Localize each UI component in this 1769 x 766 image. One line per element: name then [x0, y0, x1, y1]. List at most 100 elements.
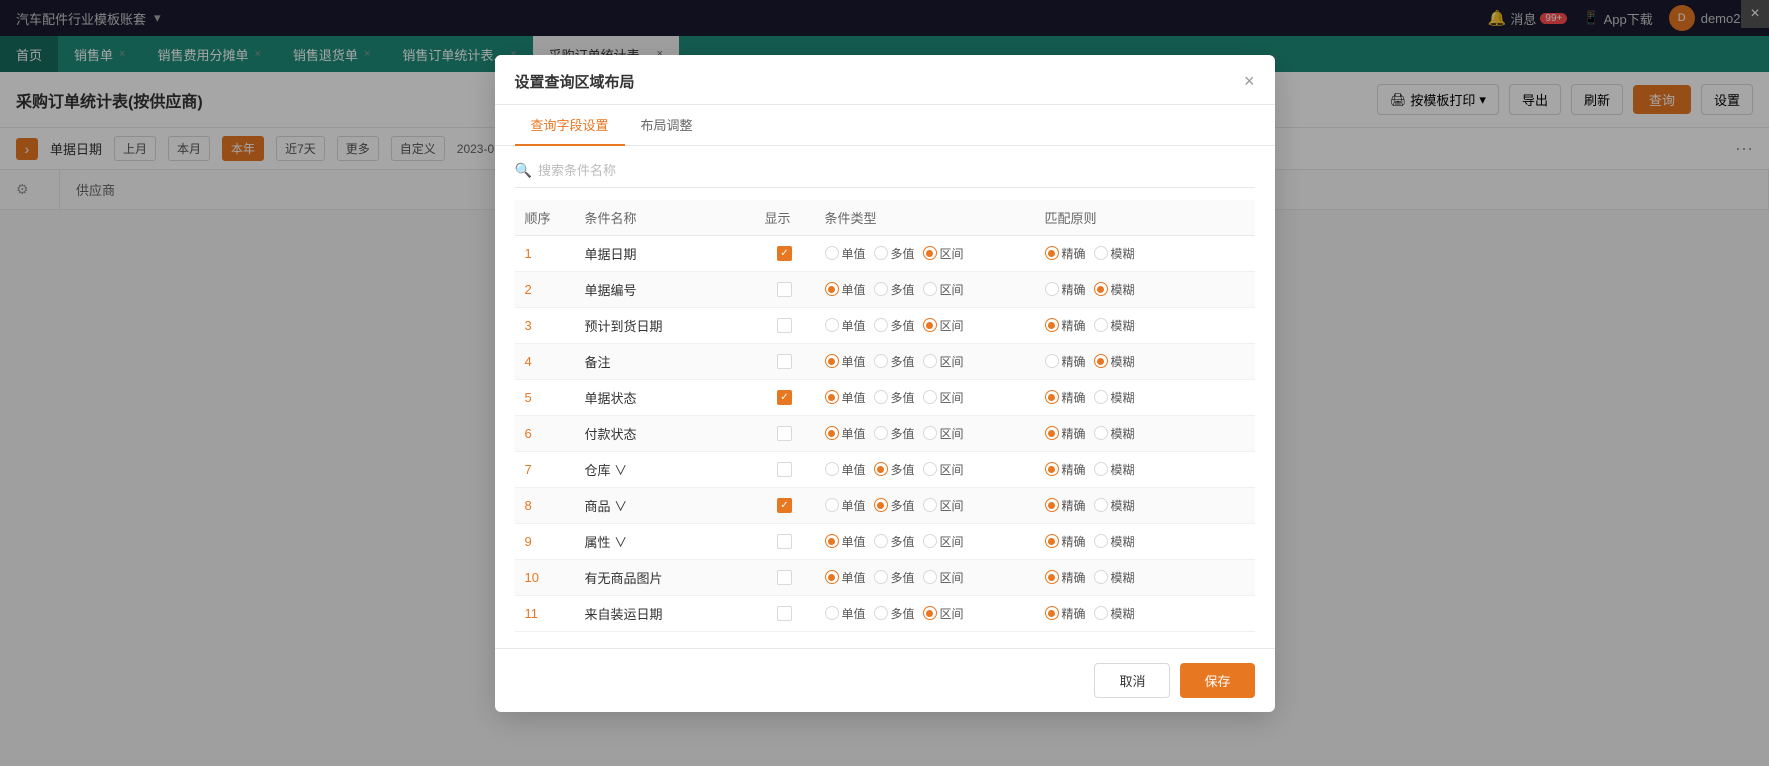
radio-match-option[interactable]: 模糊: [1094, 569, 1135, 586]
radio-type-option[interactable]: 单值: [825, 281, 866, 298]
row-condition-name: 仓库 ∨: [575, 452, 755, 487]
radio-type-option[interactable]: 多值: [874, 605, 915, 622]
radio-type-option[interactable]: 区间: [923, 425, 964, 442]
radio-type-option[interactable]: 单值: [825, 533, 866, 550]
table-row: 6付款状态单值多值区间精确模糊: [515, 416, 1255, 452]
radio-type-option[interactable]: 区间: [923, 497, 964, 514]
radio-match-option[interactable]: 模糊: [1094, 317, 1135, 334]
radio-dot: [874, 426, 888, 440]
radio-type-option[interactable]: 单值: [825, 353, 866, 370]
checkbox-display[interactable]: [777, 426, 792, 441]
radio-match-option[interactable]: 模糊: [1094, 425, 1135, 442]
row-display-checkbox[interactable]: ✓: [755, 490, 815, 521]
checkbox-display[interactable]: ✓: [777, 498, 792, 513]
radio-match-option[interactable]: 模糊: [1094, 389, 1135, 406]
row-number: 10: [515, 562, 575, 593]
row-display-checkbox[interactable]: [755, 346, 815, 377]
dialog-close-btn[interactable]: ×: [1244, 71, 1255, 104]
radio-match-option[interactable]: 精确: [1045, 533, 1086, 550]
radio-match-option[interactable]: 精确: [1045, 317, 1086, 334]
radio-dot: [923, 354, 937, 368]
radio-type-option[interactable]: 多值: [874, 497, 915, 514]
radio-type-option[interactable]: 区间: [923, 533, 964, 550]
radio-type-option[interactable]: 区间: [923, 389, 964, 406]
cancel-button[interactable]: 取消: [1094, 663, 1170, 698]
radio-match-option[interactable]: 模糊: [1094, 353, 1135, 370]
checkbox-display[interactable]: [777, 462, 792, 477]
checkbox-display[interactable]: [777, 318, 792, 333]
checkbox-display[interactable]: [777, 534, 792, 549]
radio-match-option[interactable]: 模糊: [1094, 461, 1135, 478]
dialog-tabs: 查询字段设置 布局调整: [495, 105, 1275, 146]
row-condition-name: 有无商品图片: [575, 560, 755, 595]
radio-type-option[interactable]: 多值: [874, 461, 915, 478]
row-display-checkbox[interactable]: [755, 526, 815, 557]
radio-match-option[interactable]: 模糊: [1094, 605, 1135, 622]
radio-dot: [1094, 390, 1108, 404]
radio-match-option[interactable]: 精确: [1045, 245, 1086, 262]
radio-type-option[interactable]: 多值: [874, 245, 915, 262]
radio-dot: [1045, 426, 1059, 440]
radio-type-option[interactable]: 多值: [874, 425, 915, 442]
radio-type-option[interactable]: 单值: [825, 245, 866, 262]
radio-type-option[interactable]: 多值: [874, 317, 915, 334]
radio-type-option[interactable]: 区间: [923, 245, 964, 262]
row-match-radio: 精确模糊: [1035, 453, 1255, 486]
radio-type-option[interactable]: 多值: [874, 569, 915, 586]
radio-type-option[interactable]: 区间: [923, 569, 964, 586]
radio-dot: [1094, 318, 1108, 332]
radio-match-option[interactable]: 精确: [1045, 425, 1086, 442]
radio-type-option[interactable]: 多值: [874, 353, 915, 370]
row-condition-name: 单据编号: [575, 272, 755, 307]
row-display-checkbox[interactable]: [755, 454, 815, 485]
checkbox-display[interactable]: [777, 570, 792, 585]
row-display-checkbox[interactable]: [755, 418, 815, 449]
radio-match-option[interactable]: 模糊: [1094, 533, 1135, 550]
radio-match-option[interactable]: 精确: [1045, 569, 1086, 586]
radio-match-option[interactable]: 精确: [1045, 497, 1086, 514]
checkbox-display[interactable]: ✓: [777, 390, 792, 405]
radio-match-option[interactable]: 精确: [1045, 461, 1086, 478]
row-display-checkbox[interactable]: ✓: [755, 238, 815, 269]
radio-match-option[interactable]: 精确: [1045, 353, 1086, 370]
radio-match-option[interactable]: 精确: [1045, 605, 1086, 622]
radio-type-option[interactable]: 单值: [825, 605, 866, 622]
radio-match-option[interactable]: 精确: [1045, 281, 1086, 298]
radio-match-option[interactable]: 精确: [1045, 389, 1086, 406]
checkbox-display[interactable]: ✓: [777, 246, 792, 261]
row-condition-name: 来自装运日期: [575, 596, 755, 631]
row-display-checkbox[interactable]: [755, 562, 815, 593]
radio-type-option[interactable]: 多值: [874, 389, 915, 406]
search-input[interactable]: [538, 163, 738, 178]
radio-dot: [923, 534, 937, 548]
checkbox-display[interactable]: [777, 606, 792, 621]
radio-type-option[interactable]: 区间: [923, 605, 964, 622]
radio-type-option[interactable]: 单值: [825, 569, 866, 586]
radio-match-option[interactable]: 模糊: [1094, 497, 1135, 514]
radio-match-option[interactable]: 模糊: [1094, 281, 1135, 298]
radio-type-option[interactable]: 单值: [825, 425, 866, 442]
row-type-radio: 单值多值区间: [815, 417, 1035, 450]
radio-type-option[interactable]: 区间: [923, 461, 964, 478]
radio-type-option[interactable]: 单值: [825, 317, 866, 334]
row-display-checkbox[interactable]: ✓: [755, 382, 815, 413]
radio-type-option[interactable]: 单值: [825, 497, 866, 514]
dialog-tab-layout[interactable]: 布局调整: [625, 105, 709, 146]
row-display-checkbox[interactable]: [755, 598, 815, 629]
radio-type-option[interactable]: 区间: [923, 353, 964, 370]
radio-dot: [874, 390, 888, 404]
row-display-checkbox[interactable]: [755, 274, 815, 305]
dialog-overlay[interactable]: 设置查询区域布局 × 查询字段设置 布局调整 🔍 顺序 条件名称 显示 条件类型: [0, 0, 1769, 766]
save-button[interactable]: 保存: [1180, 663, 1254, 698]
radio-type-option[interactable]: 单值: [825, 389, 866, 406]
dialog-tab-query-fields[interactable]: 查询字段设置: [515, 105, 625, 146]
radio-type-option[interactable]: 区间: [923, 317, 964, 334]
checkbox-display[interactable]: [777, 354, 792, 369]
radio-type-option[interactable]: 区间: [923, 281, 964, 298]
radio-type-option[interactable]: 多值: [874, 281, 915, 298]
checkbox-display[interactable]: [777, 282, 792, 297]
radio-match-option[interactable]: 模糊: [1094, 245, 1135, 262]
radio-type-option[interactable]: 单值: [825, 461, 866, 478]
row-display-checkbox[interactable]: [755, 310, 815, 341]
radio-type-option[interactable]: 多值: [874, 533, 915, 550]
